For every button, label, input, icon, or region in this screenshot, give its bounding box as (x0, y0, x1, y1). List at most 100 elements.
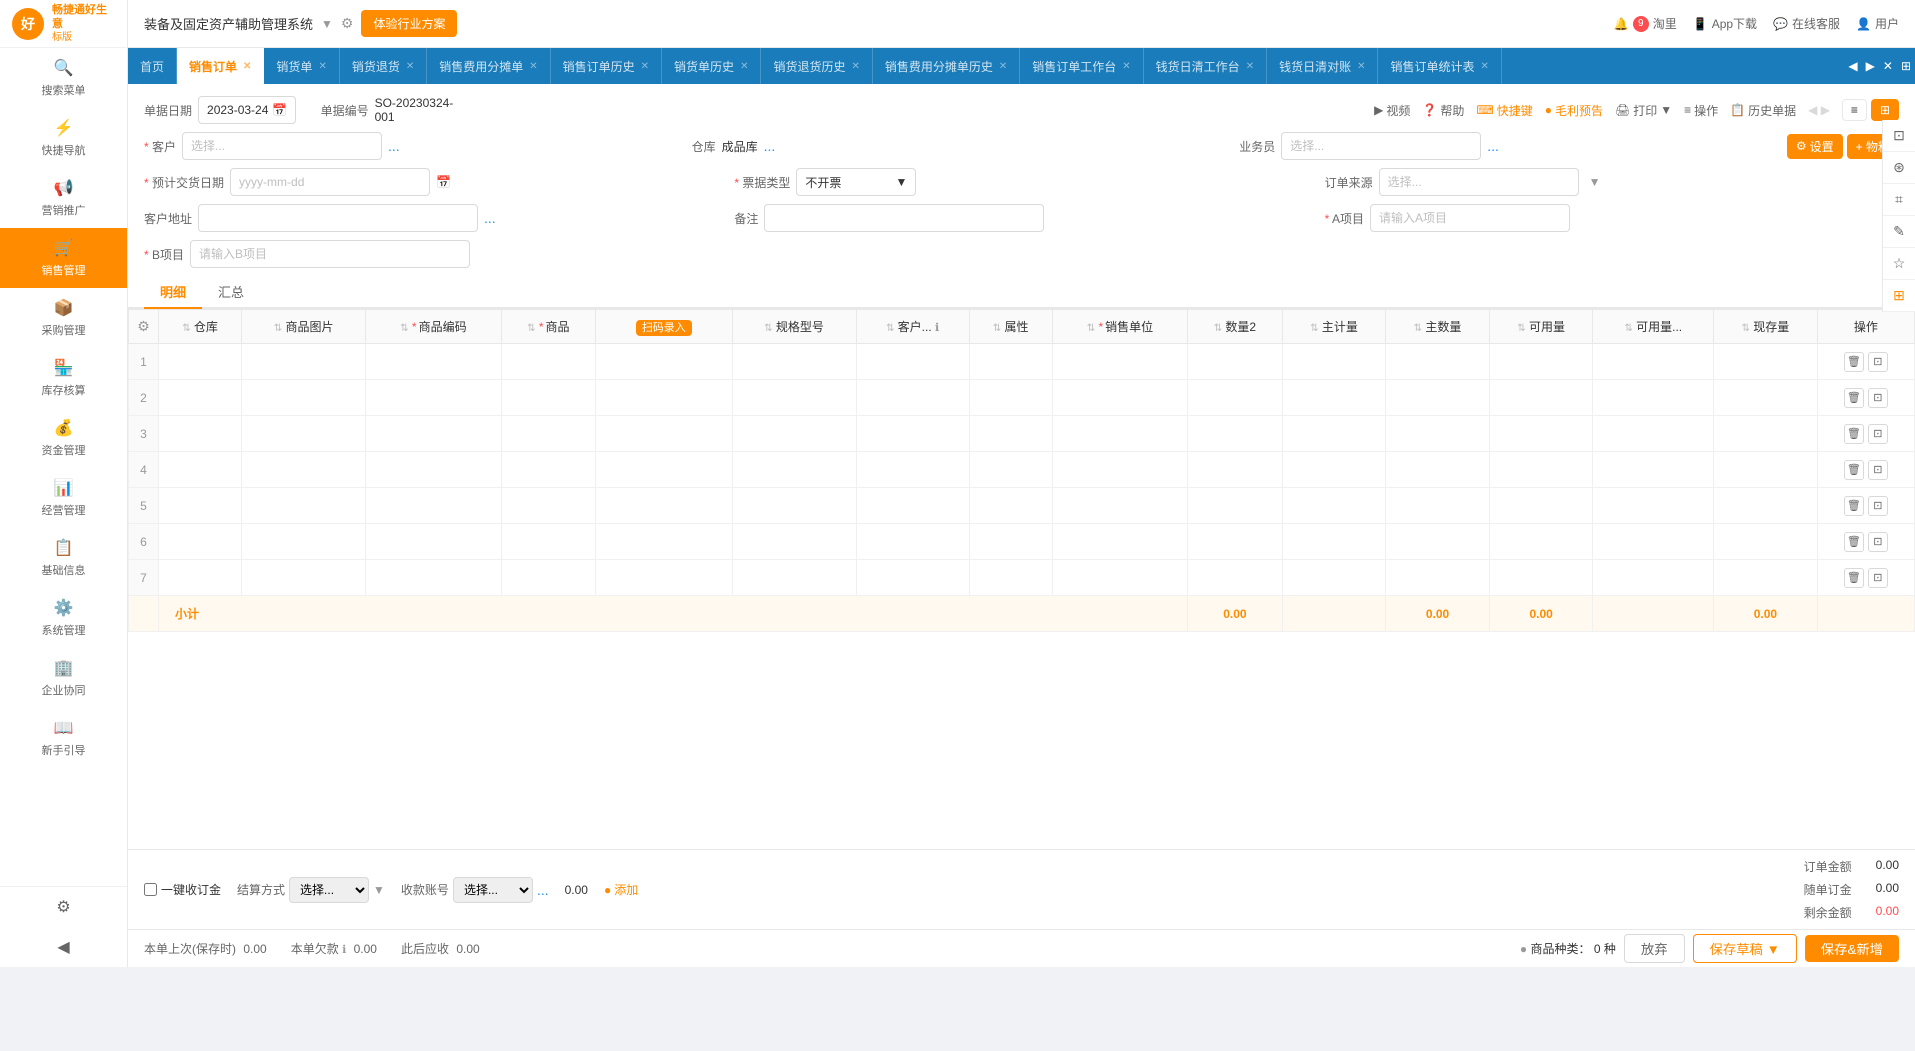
delete-icon-7[interactable]: 🗑 (1844, 568, 1864, 588)
sidebar-item-inventory[interactable]: 🏪 库存核算 (0, 348, 127, 408)
row-attribute-1[interactable] (969, 344, 1052, 380)
row-available2-2[interactable] (1593, 380, 1714, 416)
row-spec-1[interactable] (732, 344, 856, 380)
row-attribute-5[interactable] (969, 488, 1052, 524)
row-customer-code-3[interactable] (856, 416, 969, 452)
copy-icon-6[interactable]: ⊡ (1868, 532, 1888, 552)
tab-close-icon-1[interactable]: ✕ (243, 61, 251, 72)
row-main-qty-7[interactable] (1386, 560, 1490, 596)
address-input[interactable] (198, 204, 478, 232)
address-expand-btn[interactable]: ... (484, 210, 496, 226)
copy-icon-3[interactable]: ⊡ (1868, 424, 1888, 444)
row-qty2-1[interactable] (1188, 344, 1283, 380)
row-customer-code-5[interactable] (856, 488, 969, 524)
col-warehouse[interactable]: ⇅ 仓库 (159, 310, 242, 344)
row-stock-6[interactable] (1714, 524, 1818, 560)
sidebar-item-finance[interactable]: 💰 资金管理 (0, 408, 127, 468)
operation-btn[interactable]: ≡ 操作 (1684, 102, 1718, 119)
customer-expand-btn[interactable]: ... (388, 138, 400, 154)
row-attribute-4[interactable] (969, 452, 1052, 488)
row-sales-unit-2[interactable] (1052, 380, 1187, 416)
sidebar-item-base[interactable]: 📋 基础信息 (0, 528, 127, 588)
payment-method-select[interactable]: 选择... (289, 877, 369, 903)
settings-gear-icon[interactable]: ⚙ (341, 15, 354, 32)
tab-item-1[interactable]: 销售订单 ✕ (177, 48, 264, 84)
delivery-input[interactable] (230, 168, 430, 196)
tab-close-icon-5[interactable]: ✕ (641, 61, 649, 72)
row-main-unit-7[interactable] (1282, 560, 1386, 596)
tab-menu-btn[interactable]: ✕ (1879, 59, 1897, 73)
row-qty2-4[interactable] (1188, 452, 1283, 488)
discard-btn[interactable]: 放弃 (1624, 934, 1685, 963)
row-image-2[interactable] (242, 380, 366, 416)
save-draft-btn[interactable]: 保存草稿 ▼ (1693, 934, 1797, 963)
row-available2-1[interactable] (1593, 344, 1714, 380)
row-warehouse-5[interactable] (159, 488, 242, 524)
help-btn[interactable]: ❓ 帮助 (1422, 102, 1464, 119)
tab-close-icon-4[interactable]: ✕ (529, 61, 537, 72)
sidebar-item-quick-nav[interactable]: ⚡ 快捷导航 (0, 108, 127, 168)
row-spec-3[interactable] (732, 416, 856, 452)
col-attribute[interactable]: ⇅ 属性 (969, 310, 1052, 344)
row-main-unit-5[interactable] (1282, 488, 1386, 524)
order-source-input[interactable] (1379, 168, 1579, 196)
copy-icon-4[interactable]: ⊡ (1868, 460, 1888, 480)
tab-item-9[interactable]: 销售订单工作台 ✕ (1020, 48, 1143, 84)
row-qty2-7[interactable] (1188, 560, 1283, 596)
row-image-5[interactable] (242, 488, 366, 524)
remark-input[interactable] (764, 204, 1044, 232)
tab-close-icon-10[interactable]: ✕ (1246, 61, 1254, 72)
copy-icon-1[interactable]: ⊡ (1868, 352, 1888, 372)
add-btn[interactable]: ● 添加 (604, 881, 638, 898)
app-download-btn[interactable]: 📱 App下载 (1693, 15, 1757, 32)
row-customer-code-4[interactable] (856, 452, 969, 488)
rs-btn-1[interactable]: ⊡ (1883, 120, 1915, 152)
row-sales-unit-6[interactable] (1052, 524, 1187, 560)
row-warehouse-4[interactable] (159, 452, 242, 488)
row-scan-1[interactable] (596, 344, 732, 380)
tab-item-0[interactable]: 首页 (128, 48, 177, 84)
row-sku-3[interactable] (366, 416, 501, 452)
row-customer-code-2[interactable] (856, 380, 969, 416)
row-product-2[interactable] (501, 380, 596, 416)
row-image-4[interactable] (242, 452, 366, 488)
tab-prev-btn[interactable]: ◀ (1844, 59, 1861, 73)
sidebar-item-guide[interactable]: 📖 新手引导 (0, 708, 127, 768)
row-image-6[interactable] (242, 524, 366, 560)
row-qty2-6[interactable] (1188, 524, 1283, 560)
tab-item-5[interactable]: 销售订单历史 ✕ (551, 48, 662, 84)
sidebar-item-system[interactable]: ⚙️ 系统管理 (0, 588, 127, 648)
row-image-3[interactable] (242, 416, 366, 452)
tab-close-icon-7[interactable]: ✕ (851, 61, 859, 72)
table-gear-icon[interactable]: ⚙ (137, 318, 150, 335)
row-main-unit-2[interactable] (1282, 380, 1386, 416)
history-btn[interactable]: 📋 历史单据 (1730, 102, 1796, 119)
row-available-6[interactable] (1489, 524, 1593, 560)
row-sku-2[interactable] (366, 380, 501, 416)
row-sku-1[interactable] (366, 344, 501, 380)
view-video-btn[interactable]: ▶ 视频 (1374, 102, 1410, 119)
row-scan-3[interactable] (596, 416, 732, 452)
row-sku-4[interactable] (366, 452, 501, 488)
row-available-2[interactable] (1489, 380, 1593, 416)
tab-close-icon-9[interactable]: ✕ (1122, 61, 1130, 72)
row-available-1[interactable] (1489, 344, 1593, 380)
system-dropdown-icon[interactable]: ▼ (321, 17, 333, 31)
row-customer-code-6[interactable] (856, 524, 969, 560)
sidebar-item-enterprise[interactable]: 🏢 企业协同 (0, 648, 127, 708)
sidebar-item-sales[interactable]: 🛒 销售管理 (0, 228, 127, 288)
row-sales-unit-7[interactable] (1052, 560, 1187, 596)
row-sku-7[interactable] (366, 560, 501, 596)
col-main-qty[interactable]: ⇅ 主数量 (1386, 310, 1490, 344)
rs-btn-5[interactable]: ☆ (1883, 248, 1915, 280)
project-b-input[interactable] (190, 240, 470, 268)
tab-item-8[interactable]: 销售费用分摊单历史 ✕ (873, 48, 1020, 84)
sidebar-item-marketing[interactable]: 📢 营销推广 (0, 168, 127, 228)
row-available2-7[interactable] (1593, 560, 1714, 596)
row-main-unit-4[interactable] (1282, 452, 1386, 488)
row-product-1[interactable] (501, 344, 596, 380)
row-main-unit-6[interactable] (1282, 524, 1386, 560)
table-scroll[interactable]: ⚙ ⇅ 仓库 ⇅ 商品图片 ⇅ *商品编码 ⇅ *商品 扫码录入 ⇅ 规格型号 … (128, 309, 1915, 849)
row-available-5[interactable] (1489, 488, 1593, 524)
col-scan[interactable]: 扫码录入 (596, 310, 732, 344)
